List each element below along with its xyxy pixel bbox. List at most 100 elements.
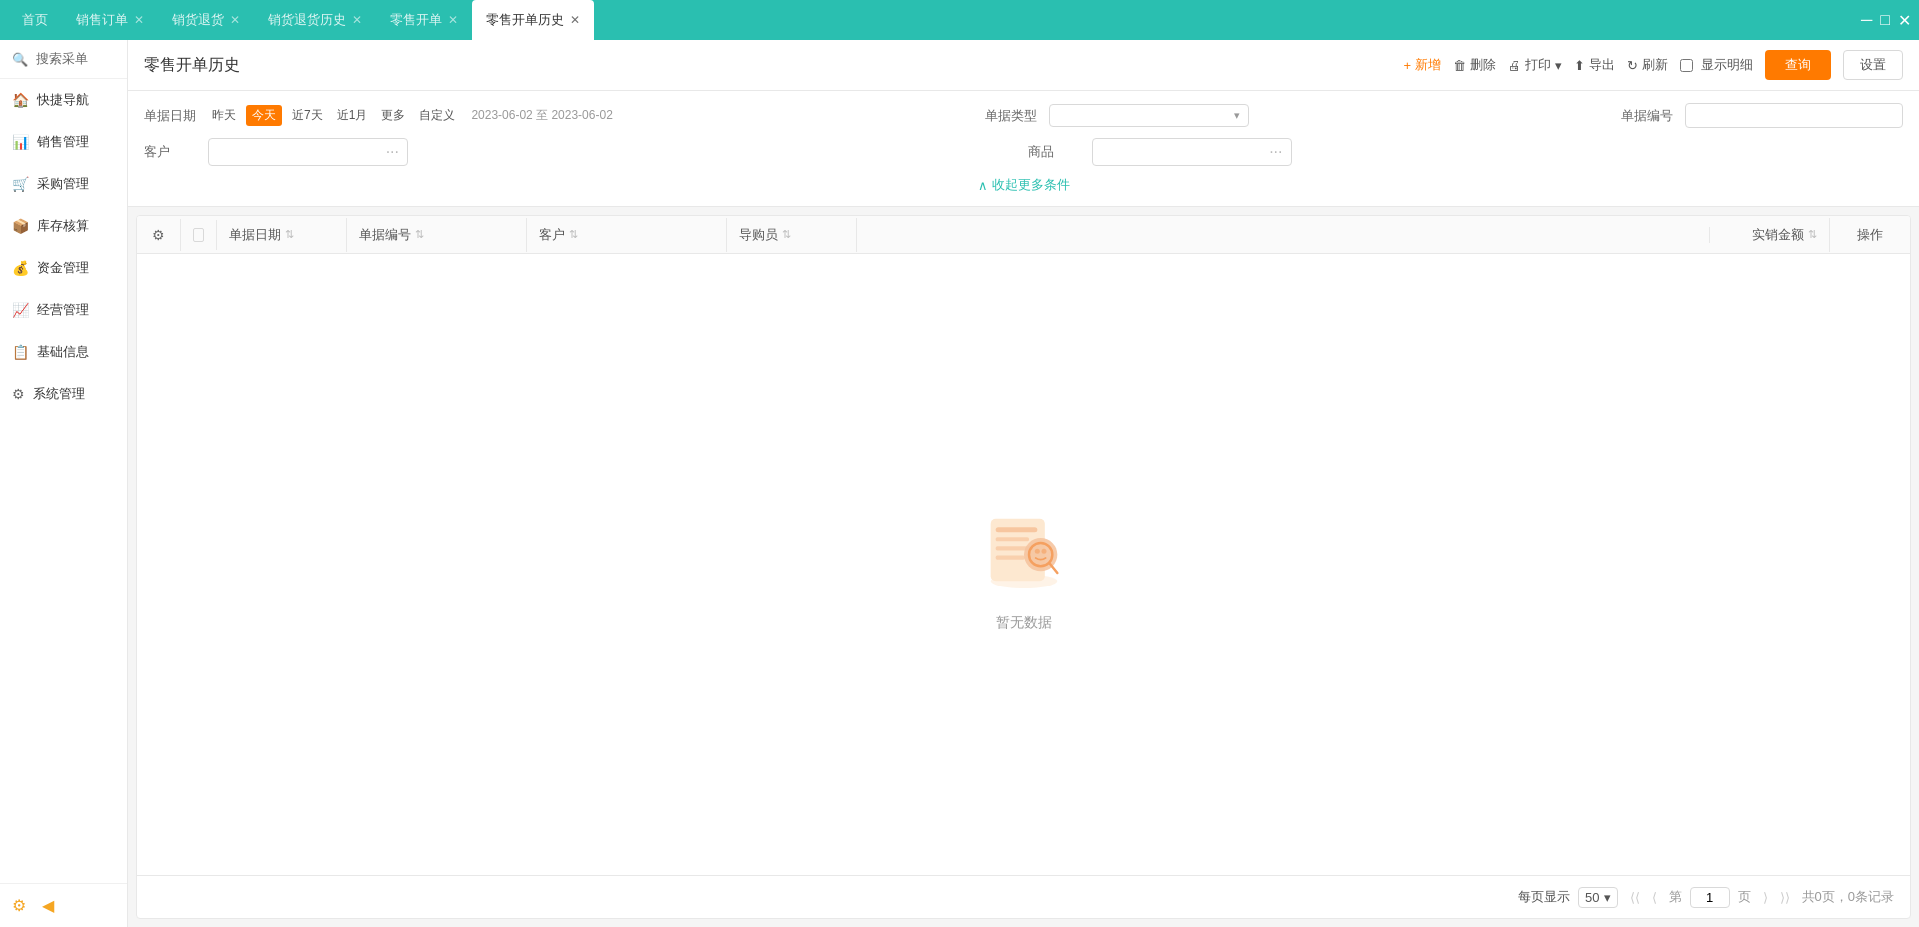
th-amount-sort-icon[interactable]: ⇅ [1808,228,1817,241]
svg-point-9 [1034,548,1039,553]
close-button[interactable]: ✕ [1898,11,1911,30]
th-num-sort-icon[interactable]: ⇅ [415,228,424,241]
th-guide-sort-icon[interactable]: ⇅ [782,228,791,241]
date-btn-last7[interactable]: 近7天 [288,105,327,126]
filter-area: 单据日期 昨天 今天 近7天 近1月 更多 自定义 2023-06-02 至 2… [128,91,1919,207]
per-page-arrow-icon: ▾ [1604,890,1611,905]
delete-label: 删除 [1470,56,1496,74]
filter-date-buttons: 昨天 今天 近7天 近1月 更多 自定义 [208,105,459,126]
product-filter-label: 商品 [1028,143,1084,161]
tab-sales-order[interactable]: 销售订单 ✕ [62,0,158,40]
add-icon: + [1403,58,1411,73]
sidebar-item-sales-mgmt[interactable]: 📊 销售管理 [0,121,127,163]
sidebar-basic-info-label: 基础信息 [37,343,89,361]
tab-sales-return-history-label: 销货退货历史 [268,11,346,29]
svg-point-10 [1041,548,1046,553]
date-btn-today[interactable]: 今天 [246,105,282,126]
sidebar-search[interactable]: 🔍 搜索采单 [0,40,127,79]
sidebar-item-inventory[interactable]: 📦 库存核算 [0,205,127,247]
th-amount: 实销金额 ⇅ [1710,218,1830,252]
query-button[interactable]: 查询 [1765,50,1831,80]
th-checkbox[interactable] [181,220,217,250]
th-customer-sort-icon[interactable]: ⇅ [569,228,578,241]
page-input[interactable] [1690,887,1730,908]
customer-select[interactable]: ··· [208,138,408,166]
sidebar-item-finance[interactable]: 💰 资金管理 [0,247,127,289]
last-page-button[interactable]: ⟩⟩ [1776,888,1794,907]
tab-retail-open-close[interactable]: ✕ [448,13,458,27]
sidebar-item-system[interactable]: ⚙ 系统管理 [0,373,127,415]
print-button[interactable]: 🖨 打印 ▾ [1508,56,1562,74]
th-date-sort-icon[interactable]: ⇅ [285,228,294,241]
th-flex [857,227,1710,243]
empty-text: 暂无数据 [996,614,1052,632]
sidebar-inventory-label: 库存核算 [37,217,89,235]
display-checkbox[interactable] [1680,59,1693,72]
th-date: 单据日期 ⇅ [217,218,347,252]
add-button[interactable]: + 新增 [1403,56,1441,74]
sidebar-collapse-icon[interactable]: ◀ [42,896,54,915]
svg-rect-2 [995,527,1037,532]
export-button[interactable]: ⬆ 导出 [1574,56,1615,74]
tab-sales-return-history-close[interactable]: ✕ [352,13,362,27]
tab-retail-open-history[interactable]: 零售开单历史 ✕ [472,0,594,40]
sidebar-finance-label: 资金管理 [37,259,89,277]
doc-num-input[interactable] [1694,108,1894,123]
th-settings[interactable]: ⚙ [137,219,181,251]
th-guide: 导购员 ⇅ [727,218,857,252]
filter-row-customer: 客户 ··· 商品 ··· [144,138,1903,166]
date-btn-custom[interactable]: 自定义 [415,105,459,126]
tab-retail-open-label: 零售开单 [390,11,442,29]
tab-sales-return[interactable]: 销货退货 ✕ [158,0,254,40]
product-dots-icon[interactable]: ··· [1269,143,1282,161]
tab-retail-open-history-close[interactable]: ✕ [570,13,580,27]
date-btn-more[interactable]: 更多 [377,105,409,126]
doc-num-label: 单据编号 [1621,107,1677,125]
date-btn-yesterday[interactable]: 昨天 [208,105,240,126]
sidebar-item-quick-nav[interactable]: 🏠 快捷导航 [0,79,127,121]
customer-filter-label: 客户 [144,143,200,161]
prev-page-button[interactable]: ⟨ [1648,888,1661,907]
refresh-icon: ↻ [1627,58,1638,73]
display-label: 显示明细 [1701,56,1753,74]
table-settings-icon[interactable]: ⚙ [152,227,165,243]
customer-dots-icon[interactable]: ··· [386,143,399,161]
svg-rect-5 [995,555,1024,559]
th-guide-label: 导购员 [739,226,778,244]
maximize-button[interactable]: □ [1880,11,1890,29]
quick-nav-icon: 🏠 [12,92,29,108]
tab-sales-order-close[interactable]: ✕ [134,13,144,27]
settings-button[interactable]: 设置 [1843,50,1903,80]
sidebar-item-operation[interactable]: 📈 经营管理 [0,289,127,331]
empty-image [974,498,1074,598]
doc-type-arrow-icon: ▾ [1234,109,1240,122]
svg-line-8 [1049,563,1057,572]
next-page-button[interactable]: ⟩ [1759,888,1772,907]
doc-type-select[interactable]: ▾ [1049,104,1249,127]
delete-button[interactable]: 🗑 删除 [1453,56,1496,74]
sidebar-item-purchase-mgmt[interactable]: 🛒 采购管理 [0,163,127,205]
add-label: 新增 [1415,56,1441,74]
minimize-button[interactable]: ─ [1861,11,1872,29]
collapse-button[interactable]: ∧ 收起更多条件 [978,176,1070,194]
content-area: 零售开单历史 + 新增 🗑 删除 🖨 打印 ▾ ⬆ 导出 [128,40,1919,927]
doc-type-label: 单据类型 [985,107,1041,125]
tab-retail-open[interactable]: 零售开单 ✕ [376,0,472,40]
pagination: 每页显示 50 ▾ ⟨⟨ ⟨ 第 页 ⟩ ⟩⟩ 共0页，0条记录 [137,875,1910,918]
display-toggle[interactable]: 显示明细 [1680,56,1753,74]
product-select[interactable]: ··· [1092,138,1292,166]
sidebar-settings-icon[interactable]: ⚙ [12,896,26,915]
sidebar-item-basic-info[interactable]: 📋 基础信息 [0,331,127,373]
tab-sales-return-close[interactable]: ✕ [230,13,240,27]
tab-home[interactable]: 首页 [8,0,62,40]
tab-sales-return-history[interactable]: 销货退货历史 ✕ [254,0,376,40]
refresh-button[interactable]: ↻ 刷新 [1627,56,1668,74]
filter-row-collapse: ∧ 收起更多条件 [144,176,1903,194]
first-page-button[interactable]: ⟨⟨ [1626,888,1644,907]
date-filter-label: 单据日期 [144,107,200,125]
tab-sales-return-label: 销货退货 [172,11,224,29]
empty-state: 暂无数据 [137,254,1910,875]
select-all-checkbox[interactable] [193,228,204,242]
date-btn-last1month[interactable]: 近1月 [333,105,372,126]
per-page-select[interactable]: 50 ▾ [1578,887,1617,908]
